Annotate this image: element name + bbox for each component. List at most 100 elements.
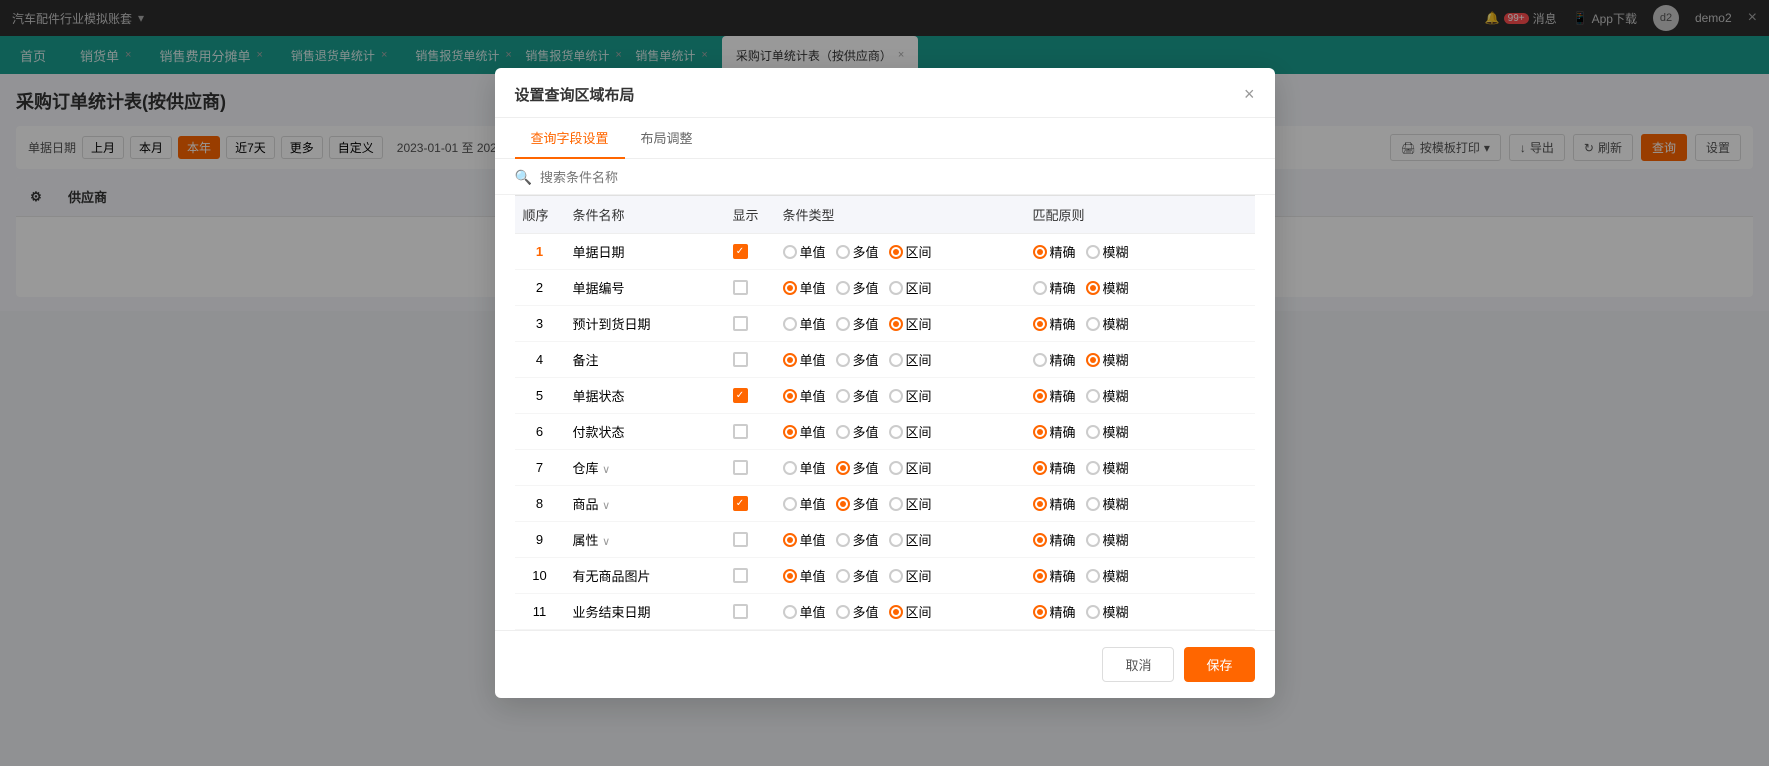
row-name-8: 属性 ∨ bbox=[565, 522, 725, 558]
row-checkbox-8[interactable] bbox=[725, 522, 775, 558]
checkbox-2[interactable] bbox=[733, 316, 748, 331]
radio-type-多值-6[interactable]: 多值 bbox=[836, 458, 879, 477]
row-name-10: 业务结束日期 bbox=[565, 594, 725, 630]
radio-match-精确-10[interactable]: 精确 bbox=[1033, 602, 1076, 621]
radio-type-单值-9[interactable]: 单值 bbox=[783, 566, 826, 585]
checkbox-1[interactable] bbox=[733, 280, 748, 295]
radio-type-单值-8[interactable]: 单值 bbox=[783, 530, 826, 549]
radio-match-模糊-7[interactable]: 模糊 bbox=[1086, 494, 1129, 513]
radio-match-模糊-4[interactable]: 模糊 bbox=[1086, 386, 1129, 405]
search-input[interactable] bbox=[540, 170, 1255, 185]
radio-type-多值-5[interactable]: 多值 bbox=[836, 422, 879, 441]
radio-type-区间-6[interactable]: 区间 bbox=[889, 458, 932, 477]
radio-type-多值-9[interactable]: 多值 bbox=[836, 566, 879, 585]
radio-type-区间-8[interactable]: 区间 bbox=[889, 530, 932, 549]
radio-match-模糊-0[interactable]: 模糊 bbox=[1086, 242, 1129, 261]
radio-type-单值-10[interactable]: 单值 bbox=[783, 602, 826, 621]
dialog-footer: 取消 保存 bbox=[495, 630, 1275, 698]
row-checkbox-7[interactable] bbox=[725, 486, 775, 522]
row-order-1: 2 bbox=[515, 270, 565, 306]
checkbox-10[interactable] bbox=[733, 604, 748, 619]
row-name-1: 单据编号 bbox=[565, 270, 725, 306]
radio-match-模糊-1[interactable]: 模糊 bbox=[1086, 278, 1129, 297]
table-row: 5单据状态单值多值区间精确模糊 bbox=[515, 378, 1255, 414]
row-checkbox-3[interactable] bbox=[725, 342, 775, 378]
radio-match-模糊-8[interactable]: 模糊 bbox=[1086, 530, 1129, 549]
dialog-tabs: 查询字段设置 布局调整 bbox=[495, 118, 1275, 159]
row-type-5: 单值多值区间 bbox=[775, 414, 1025, 450]
dialog-close-button[interactable]: × bbox=[1244, 84, 1255, 105]
row-checkbox-0[interactable] bbox=[725, 234, 775, 270]
radio-type-区间-4[interactable]: 区间 bbox=[889, 386, 932, 405]
radio-type-区间-2[interactable]: 区间 bbox=[889, 314, 932, 333]
checkbox-0[interactable] bbox=[733, 244, 748, 259]
row-checkbox-9[interactable] bbox=[725, 558, 775, 594]
dialog-tab-query-fields[interactable]: 查询字段设置 bbox=[515, 118, 625, 159]
radio-type-多值-7[interactable]: 多值 bbox=[836, 494, 879, 513]
radio-match-精确-4[interactable]: 精确 bbox=[1033, 386, 1076, 405]
radio-match-模糊-9[interactable]: 模糊 bbox=[1086, 566, 1129, 585]
dialog-tab-layout-adjust[interactable]: 布局调整 bbox=[625, 118, 709, 159]
radio-type-单值-7[interactable]: 单值 bbox=[783, 494, 826, 513]
radio-type-单值-6[interactable]: 单值 bbox=[783, 458, 826, 477]
radio-match-模糊-3[interactable]: 模糊 bbox=[1086, 350, 1129, 369]
radio-match-精确-7[interactable]: 精确 bbox=[1033, 494, 1076, 513]
row-order-4: 5 bbox=[515, 378, 565, 414]
radio-type-单值-4[interactable]: 单值 bbox=[783, 386, 826, 405]
radio-type-单值-1[interactable]: 单值 bbox=[783, 278, 826, 297]
table-row: 2单据编号 单值多值区间 精确模糊 bbox=[515, 270, 1255, 306]
radio-match-精确-6[interactable]: 精确 bbox=[1033, 458, 1076, 477]
radio-type-多值-8[interactable]: 多值 bbox=[836, 530, 879, 549]
dialog-title: 设置查询区域布局 bbox=[515, 84, 635, 105]
checkbox-7[interactable] bbox=[733, 496, 748, 511]
row-checkbox-1[interactable] bbox=[725, 270, 775, 306]
radio-type-区间-9[interactable]: 区间 bbox=[889, 566, 932, 585]
row-checkbox-4[interactable] bbox=[725, 378, 775, 414]
radio-type-区间-1[interactable]: 区间 bbox=[889, 278, 932, 297]
checkbox-9[interactable] bbox=[733, 568, 748, 583]
radio-type-区间-0[interactable]: 区间 bbox=[889, 242, 932, 261]
save-button[interactable]: 保存 bbox=[1184, 647, 1254, 682]
checkbox-4[interactable] bbox=[733, 388, 748, 403]
radio-match-模糊-5[interactable]: 模糊 bbox=[1086, 422, 1129, 441]
radio-type-单值-5[interactable]: 单值 bbox=[783, 422, 826, 441]
row-match-1: 精确模糊 bbox=[1025, 270, 1255, 306]
row-order-3: 4 bbox=[515, 342, 565, 378]
search-icon: 🔍 bbox=[515, 169, 532, 186]
radio-match-模糊-10[interactable]: 模糊 bbox=[1086, 602, 1129, 621]
checkbox-5[interactable] bbox=[733, 424, 748, 439]
radio-match-精确-1[interactable]: 精确 bbox=[1033, 278, 1076, 297]
radio-match-精确-0[interactable]: 精确 bbox=[1033, 242, 1076, 261]
radio-match-精确-5[interactable]: 精确 bbox=[1033, 422, 1076, 441]
radio-type-多值-1[interactable]: 多值 bbox=[836, 278, 879, 297]
radio-type-区间-10[interactable]: 区间 bbox=[889, 602, 932, 621]
radio-type-多值-10[interactable]: 多值 bbox=[836, 602, 879, 621]
row-checkbox-2[interactable] bbox=[725, 306, 775, 342]
radio-match-精确-9[interactable]: 精确 bbox=[1033, 566, 1076, 585]
radio-type-区间-5[interactable]: 区间 bbox=[889, 422, 932, 441]
radio-match-精确-2[interactable]: 精确 bbox=[1033, 314, 1076, 333]
radio-type-多值-2[interactable]: 多值 bbox=[836, 314, 879, 333]
radio-type-单值-0[interactable]: 单值 bbox=[783, 242, 826, 261]
checkbox-6[interactable] bbox=[733, 460, 748, 475]
row-checkbox-10[interactable] bbox=[725, 594, 775, 630]
col-match: 匹配原则 bbox=[1025, 196, 1255, 234]
radio-type-多值-0[interactable]: 多值 bbox=[836, 242, 879, 261]
row-checkbox-5[interactable] bbox=[725, 414, 775, 450]
radio-type-单值-3[interactable]: 单值 bbox=[783, 350, 826, 369]
radio-type-区间-7[interactable]: 区间 bbox=[889, 494, 932, 513]
row-checkbox-6[interactable] bbox=[725, 450, 775, 486]
checkbox-8[interactable] bbox=[733, 532, 748, 547]
row-match-3: 精确模糊 bbox=[1025, 342, 1255, 378]
checkbox-3[interactable] bbox=[733, 352, 748, 367]
radio-match-模糊-6[interactable]: 模糊 bbox=[1086, 458, 1129, 477]
radio-type-多值-4[interactable]: 多值 bbox=[836, 386, 879, 405]
radio-match-精确-3[interactable]: 精确 bbox=[1033, 350, 1076, 369]
radio-type-区间-3[interactable]: 区间 bbox=[889, 350, 932, 369]
radio-type-多值-3[interactable]: 多值 bbox=[836, 350, 879, 369]
row-match-9: 精确模糊 bbox=[1025, 558, 1255, 594]
cancel-button[interactable]: 取消 bbox=[1102, 647, 1174, 682]
radio-match-模糊-2[interactable]: 模糊 bbox=[1086, 314, 1129, 333]
radio-match-精确-8[interactable]: 精确 bbox=[1033, 530, 1076, 549]
radio-type-单值-2[interactable]: 单值 bbox=[783, 314, 826, 333]
